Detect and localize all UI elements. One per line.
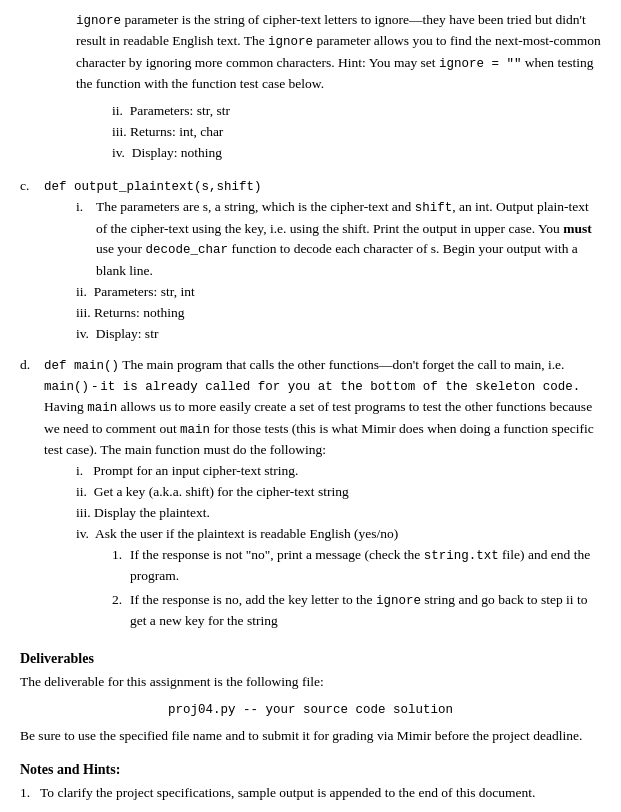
def-main-code: def main() xyxy=(44,359,119,373)
roman-iv: iv. xyxy=(112,145,125,160)
roman-iii: iii. xyxy=(112,124,127,139)
d-roman-i: i. xyxy=(76,463,83,478)
page-content: ignore parameter is the string of cipher… xyxy=(20,10,601,812)
d-ii-text: Get a key (a.k.a. shift) for the cipher-… xyxy=(94,484,349,499)
c-roman-i: i. xyxy=(76,197,92,282)
param-iv-row: iv. Display: nothing xyxy=(112,143,601,164)
deliverables-code-block: proj04.py -- your source code solution xyxy=(20,699,601,720)
c-iv-text: Display: str xyxy=(96,326,159,341)
d-roman-iv: iv. xyxy=(76,526,89,541)
ignore-code-3: ignore = "" xyxy=(439,57,522,71)
d-section: d. def main() The main program that call… xyxy=(20,355,601,633)
c-header: c. def output_plaintext(s,shift) xyxy=(20,176,601,197)
main-code-3: main xyxy=(180,423,210,437)
c-ii-text: Parameters: str, int xyxy=(94,284,195,299)
c-iii-row: iii. Returns: nothing xyxy=(76,303,601,324)
ignore-code-1: ignore xyxy=(76,14,121,28)
deliverables-code: proj04.py -- your source code solution xyxy=(168,703,453,717)
must-bold: must xyxy=(563,221,592,236)
ignore-code-d2: ignore xyxy=(376,594,421,608)
roman-ii: ii. xyxy=(112,103,123,118)
d-iv-row: iv. Ask the user if the plaintext is rea… xyxy=(76,524,601,545)
ignore-param-section: ignore parameter is the string of cipher… xyxy=(20,10,601,164)
d-roman-ii: ii. xyxy=(76,484,87,499)
already-called-code: it is already called for you at the bott… xyxy=(100,380,580,394)
deliverables-p2: Be sure to use the specified file name a… xyxy=(20,726,601,747)
c-iv-row: iv. Display: str xyxy=(76,324,601,345)
notes-title: Notes and Hints: xyxy=(20,759,601,781)
param-iv-text: Display: nothing xyxy=(132,145,222,160)
d-i-row: i. Prompt for an input cipher-text strin… xyxy=(76,461,601,482)
c-ii-row: ii. Parameters: str, int xyxy=(76,282,601,303)
d-main-text: def main() The main program that calls t… xyxy=(44,355,601,461)
string-txt-code: string.txt xyxy=(424,549,499,563)
c-i-row: i. The parameters are s, a string, which… xyxy=(76,197,601,282)
d-ii-row: ii. Get a key (a.k.a. shift) for the cip… xyxy=(76,482,601,503)
d-body: i. Prompt for an input cipher-text strin… xyxy=(20,461,601,632)
param-ii-text: Parameters: str, str xyxy=(130,103,230,118)
d-label: d. xyxy=(20,355,38,376)
d-2-text: If the response is no, add the key lette… xyxy=(130,590,601,632)
ignore-param-text: ignore parameter is the string of cipher… xyxy=(76,10,601,95)
d-roman-iii: iii. xyxy=(76,505,91,520)
d-header: d. def main() The main program that call… xyxy=(20,355,601,461)
param-iii-text: Returns: int, char xyxy=(130,124,223,139)
d-arabic-2: 2. xyxy=(112,590,126,632)
d-sub-list: 1. If the response is not "no", print a … xyxy=(76,545,601,633)
d-i-text: Prompt for an input cipher-text string. xyxy=(93,463,298,478)
d-arabic-1: 1. xyxy=(112,545,126,587)
shift-code: shift xyxy=(415,201,453,215)
c-roman-iii: iii. xyxy=(76,305,91,320)
c-roman-ii: ii. xyxy=(76,284,87,299)
notes-list: 1. To clarify the project specifications… xyxy=(20,783,601,812)
d-2-row: 2. If the response is no, add the key le… xyxy=(112,590,601,632)
c-def-code: def output_plaintext(s,shift) xyxy=(44,180,262,194)
c-label: c. xyxy=(20,176,38,197)
deliverables-section: Deliverables The deliverable for this as… xyxy=(20,648,601,747)
c-roman-iv: iv. xyxy=(76,326,89,341)
note-1: 1. To clarify the project specifications… xyxy=(20,783,601,804)
deliverables-title: Deliverables xyxy=(20,648,601,670)
d-iii-text: Display the plaintext. xyxy=(94,505,210,520)
d-1-row: 1. If the response is not "no", print a … xyxy=(112,545,601,587)
notes-section: Notes and Hints: 1. To clarify the proje… xyxy=(20,759,601,812)
c-i-text: The parameters are s, a string, which is… xyxy=(96,197,601,282)
d-1-text: If the response is not "no", print a mes… xyxy=(130,545,601,587)
decode-char-code: decode_char xyxy=(146,243,229,257)
params-ii-iv: ii. Parameters: str, str iii. Returns: i… xyxy=(76,101,601,164)
note-1-text: To clarify the project specifications, s… xyxy=(40,783,535,804)
main-call-code: main() xyxy=(44,380,89,394)
d-iv-text: Ask the user if the plaintext is readabl… xyxy=(95,526,398,541)
c-section: c. def output_plaintext(s,shift) i. The … xyxy=(20,176,601,345)
deliverables-p: The deliverable for this assignment is t… xyxy=(20,672,601,693)
c-iii-text: Returns: nothing xyxy=(94,305,184,320)
note-1-num: 1. xyxy=(20,783,36,804)
d-iii-row: iii. Display the plaintext. xyxy=(76,503,601,524)
param-iii-row: iii. Returns: int, char xyxy=(112,122,601,143)
c-body: i. The parameters are s, a string, which… xyxy=(20,197,601,344)
param-ii-row: ii. Parameters: str, str xyxy=(112,101,601,122)
ignore-code-2: ignore xyxy=(268,35,313,49)
main-code-2: main xyxy=(87,401,117,415)
c-def: def output_plaintext(s,shift) xyxy=(44,176,262,197)
